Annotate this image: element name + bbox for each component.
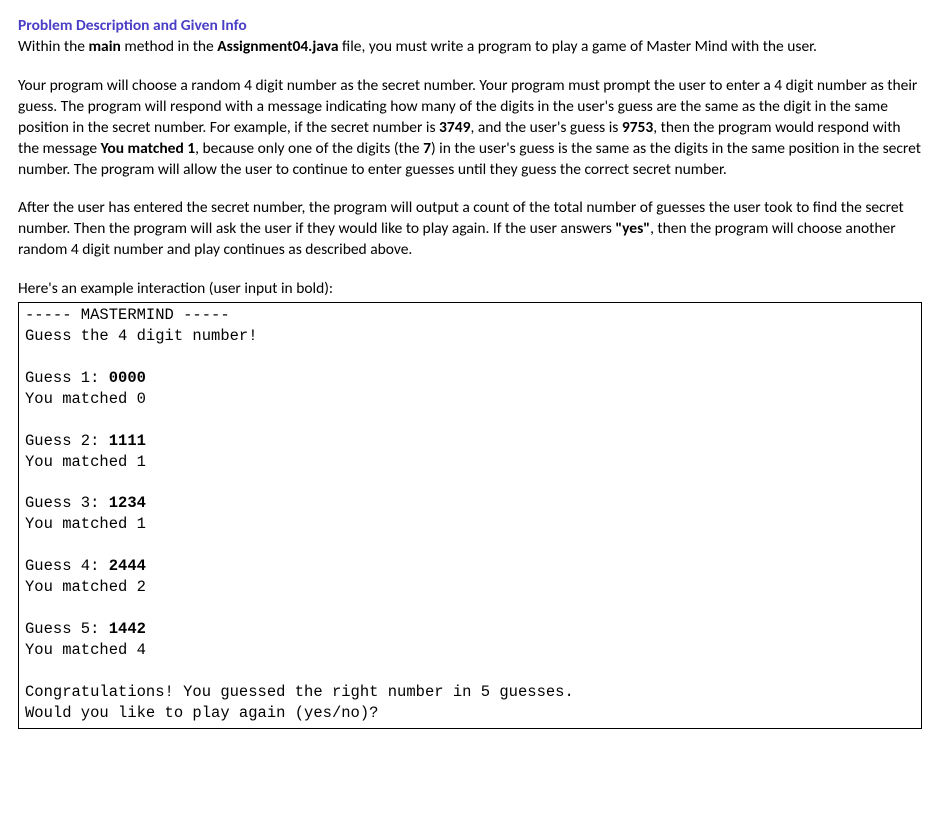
body1-secret: 3749 — [439, 118, 470, 137]
body2-yes: "yes" — [615, 219, 650, 238]
console-result: You matched 4 — [25, 641, 146, 659]
console-user-input: 0000 — [109, 369, 146, 387]
body1-match-msg: You matched 1 — [101, 139, 196, 158]
body-paragraph-1: Your program will choose a random 4 digi… — [18, 76, 922, 181]
console-user-input: 1111 — [109, 432, 146, 450]
intro-text-a: Within the — [18, 37, 88, 56]
example-caption: Here's an example interaction (user inpu… — [18, 279, 922, 300]
console-header-2: Guess the 4 digit number! — [25, 327, 258, 345]
console-result: You matched 1 — [25, 515, 146, 533]
console-guess-prompt: Guess 3: — [25, 494, 109, 512]
intro-text-c: method in the — [121, 37, 217, 56]
section-title: Problem Description and Given Info — [18, 16, 922, 37]
body1-guess: 9753 — [622, 118, 653, 137]
console-result: You matched 0 — [25, 390, 146, 408]
intro-text-e: file, you must write a program to play a… — [338, 37, 816, 56]
console-result: You matched 1 — [25, 453, 146, 471]
intro-main-bold: main — [88, 37, 120, 56]
body1-d: , because only one of the digits (the — [195, 139, 423, 158]
body-paragraph-2: After the user has entered the secret nu… — [18, 198, 922, 261]
console-user-input: 1234 — [109, 494, 146, 512]
console-result: You matched 2 — [25, 578, 146, 596]
console-guess-prompt: Guess 4: — [25, 557, 109, 575]
body1-digit: 7 — [423, 139, 431, 158]
console-guess-prompt: Guess 5: — [25, 620, 109, 638]
console-header-1: ----- MASTERMIND ----- — [25, 306, 230, 324]
console-guess-prompt: Guess 1: — [25, 369, 109, 387]
body1-b: , and the user's guess is — [470, 118, 621, 137]
console-output-box: ----- MASTERMIND ----- Guess the 4 digit… — [18, 302, 922, 728]
console-user-input: 1442 — [109, 620, 146, 638]
intro-file-bold: Assignment04.java — [217, 37, 338, 56]
console-guess-prompt: Guess 2: — [25, 432, 109, 450]
console-congrats: Congratulations! You guessed the right n… — [25, 683, 574, 701]
intro-paragraph: Within the main method in the Assignment… — [18, 37, 922, 58]
console-play-again: Would you like to play again (yes/no)? — [25, 704, 378, 722]
console-user-input: 2444 — [109, 557, 146, 575]
